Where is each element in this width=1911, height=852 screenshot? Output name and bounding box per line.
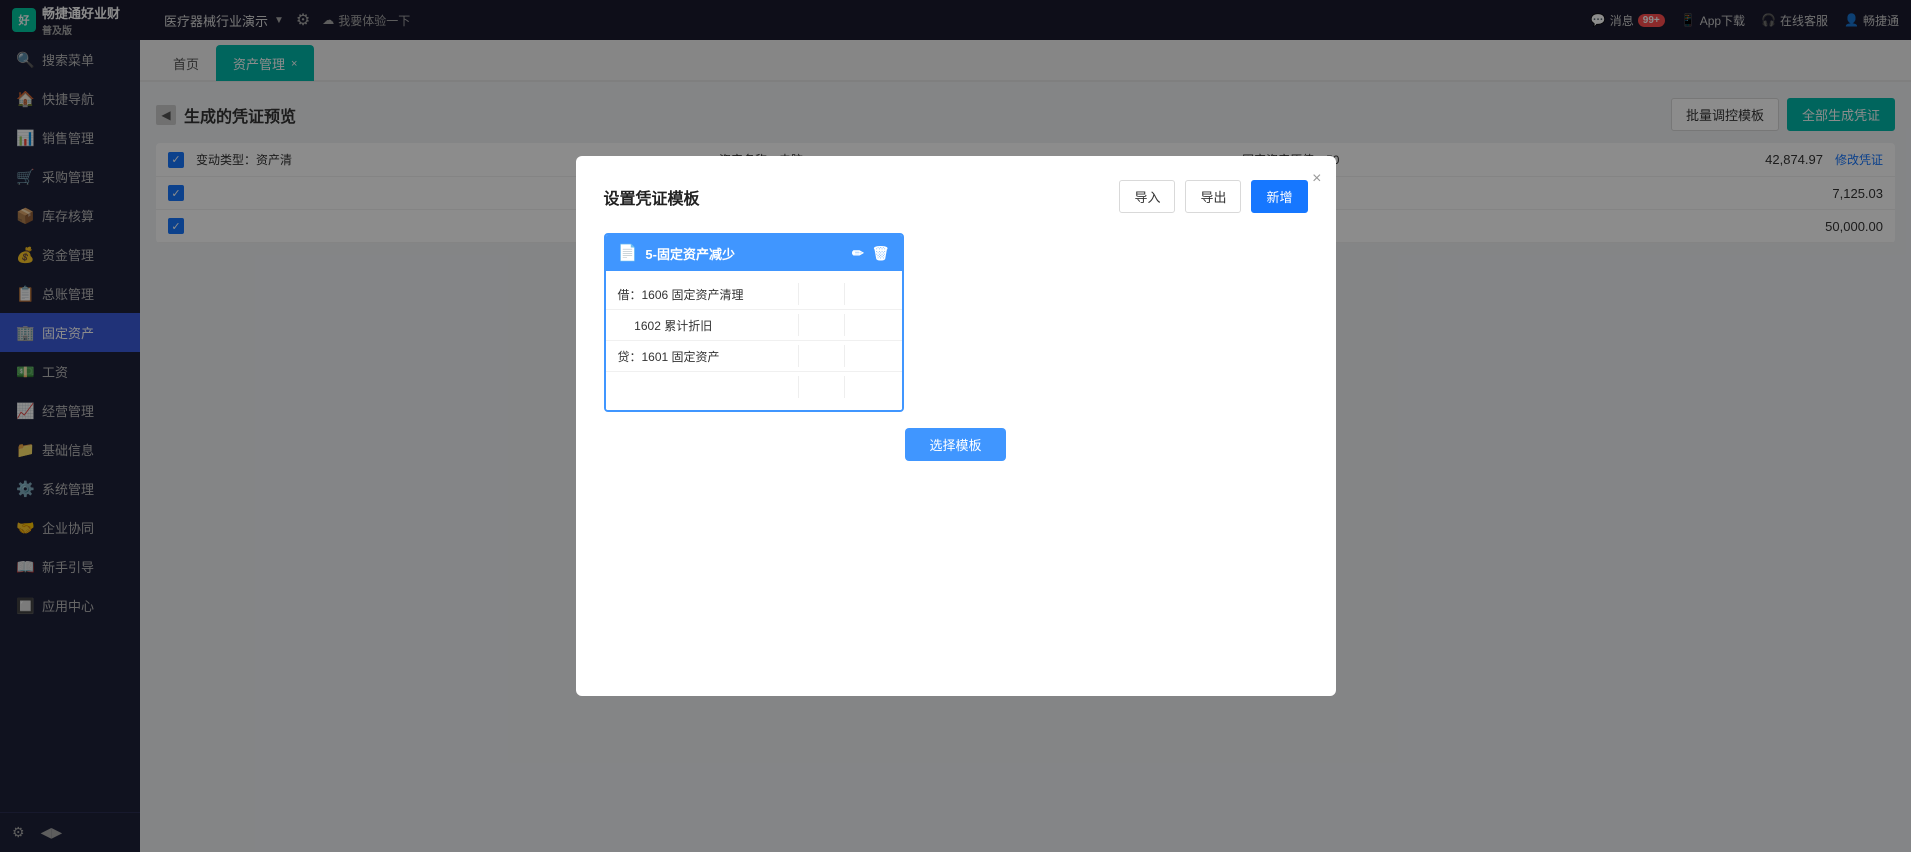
template-card: 📄 5-固定资产减少 ✏ 🗑 借：1606 固定资产清理 1602 累计 [604,233,904,412]
modal-header: 设置凭证模板 导入 导出 新增 [604,180,1308,213]
template-card-title: 5-固定资产减少 [645,244,844,263]
modal-overlay[interactable]: × 设置凭证模板 导入 导出 新增 📄 5-固定资产减少 ✏ 🗑 [0,0,1911,852]
new-template-btn[interactable]: 新增 [1251,180,1307,213]
template-row-3: 贷：1601 固定资产 [606,341,902,372]
template-row-label-1: 借：1606 固定资产清理 [618,286,798,303]
modal-body: 📄 5-固定资产减少 ✏ 🗑 借：1606 固定资产清理 1602 累计 [604,233,1308,672]
edit-template-icon[interactable]: ✏ [852,245,864,262]
template-card-body: 借：1606 固定资产清理 1602 累计折旧 贷：1601 固定资产 [606,271,902,410]
export-btn[interactable]: 导出 [1185,180,1241,213]
modal-set-template: × 设置凭证模板 导入 导出 新增 📄 5-固定资产减少 ✏ 🗑 [576,156,1336,696]
template-row-label-2: 1602 累计折旧 [618,317,798,334]
select-template-btn[interactable]: 选择模板 [905,428,1005,461]
template-icon: 📄 [618,243,638,263]
import-btn[interactable]: 导入 [1119,180,1175,213]
template-row-2: 1602 累计折旧 [606,310,902,341]
template-card-header: 📄 5-固定资产减少 ✏ 🗑 [606,235,902,271]
template-row-label-3: 贷：1601 固定资产 [618,348,798,365]
modal-close-icon[interactable]: × [1312,170,1321,188]
template-row-4 [606,372,902,402]
modal-title: 设置凭证模板 [604,185,1120,209]
modal-actions: 导入 导出 新增 [1119,180,1307,213]
template-row-1: 借：1606 固定资产清理 [606,279,902,310]
template-card-actions: ✏ 🗑 [852,245,890,262]
delete-template-icon[interactable]: 🗑 [872,245,890,262]
